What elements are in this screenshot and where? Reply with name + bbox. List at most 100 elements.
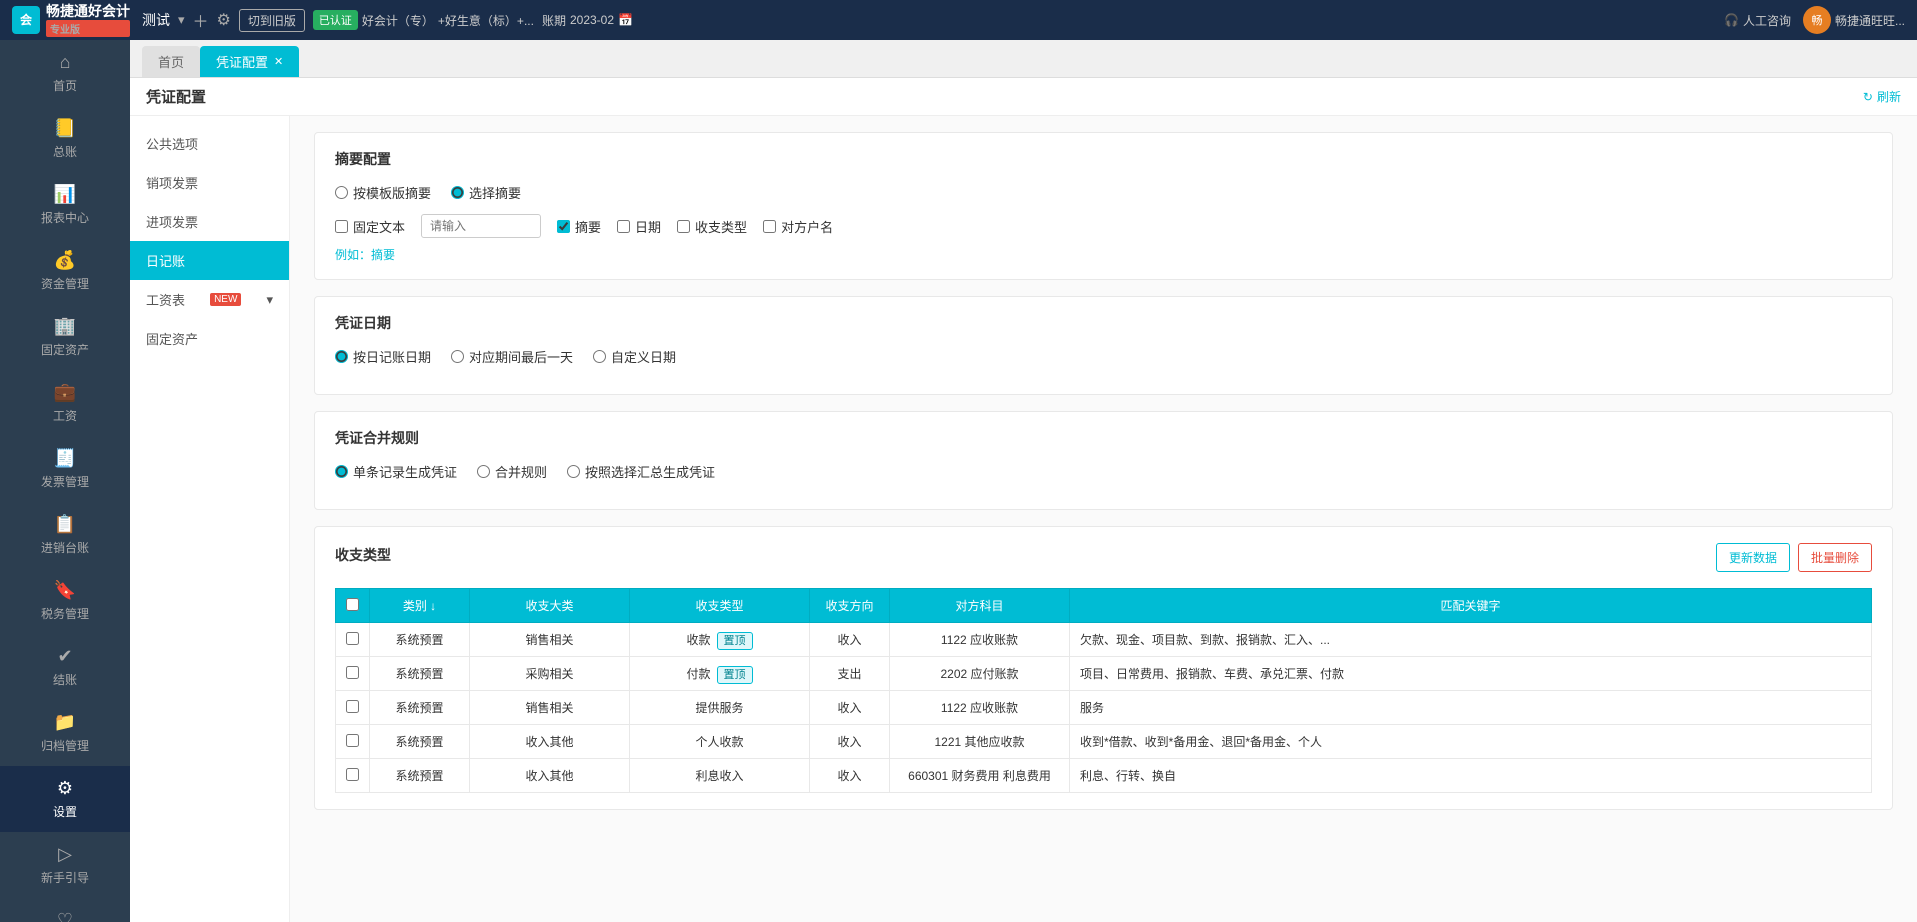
sidebar-item-settlement[interactable]: ✔ 结账 — [0, 634, 130, 700]
checkbox-counterpart[interactable]: 对方户名 — [763, 217, 833, 236]
type-tag[interactable]: 置顶 — [717, 666, 753, 684]
cell-keyword: 收到*借款、收到*备用金、退回*备用金、个人 — [1070, 725, 1872, 759]
radio-by-selection-input[interactable] — [567, 465, 580, 478]
sidebar-item-report[interactable]: 📊 报表中心 — [0, 172, 130, 238]
add-icon[interactable]: ＋ — [193, 8, 209, 32]
radio-select-input[interactable] — [451, 186, 464, 199]
sidebar-item-salary[interactable]: 💼 工资 — [0, 370, 130, 436]
sidebar-item-ledger[interactable]: 📒 总账 — [0, 106, 130, 172]
summary-checkbox-row: 固定文本 摘要 日期 收支类型 — [335, 214, 1872, 238]
batch-delete-button[interactable]: 批量删除 — [1798, 543, 1872, 572]
refresh-button[interactable]: ↻ 刷新 — [1863, 88, 1901, 105]
sidebar-label-home: 首页 — [53, 77, 77, 94]
tab-home[interactable]: 首页 — [142, 46, 200, 77]
main-layout: ⌂ 首页 📒 总账 📊 报表中心 💰 资金管理 🏢 固定资产 💼 工资 🧾 发票… — [0, 40, 1917, 922]
table-row: 系统预置采购相关付款置顶支出2202 应付账款项目、日常费用、报销款、车费、承兑… — [336, 657, 1872, 691]
voucher-date-radio-group: 按日记账日期 对应期间最后一天 自定义日期 — [335, 347, 1872, 366]
income-expense-table: 类别 ↓ 收支大类 收支类型 收支方向 对方科目 匹配关键字 系统预置销售相关收… — [335, 588, 1872, 793]
radio-merge[interactable]: 合并规则 — [477, 462, 547, 481]
left-nav-fixed-assets[interactable]: 固定资产 — [130, 319, 289, 358]
good-biz-badge: +好生意（标）+... — [438, 12, 534, 29]
tab-close-icon[interactable]: ✕ — [274, 55, 283, 68]
switch-version-button[interactable]: 切到旧版 — [239, 9, 305, 32]
sidebar-item-tax[interactable]: 🔖 税务管理 — [0, 568, 130, 634]
new-badge: NEW — [210, 293, 241, 306]
row-checkbox-2[interactable] — [346, 700, 359, 713]
good-acc-badge: 好会计（专） — [362, 12, 434, 29]
cell-type: 个人收款 — [630, 725, 810, 759]
fixed-text-checkbox[interactable] — [335, 220, 348, 233]
cell-type: 收款置顶 — [630, 623, 810, 657]
cell-category: 系统预置 — [370, 657, 470, 691]
settings-icon[interactable]: ⚙ — [217, 10, 231, 30]
sidebar-item-home[interactable]: ⌂ 首页 — [0, 40, 130, 106]
calendar-icon[interactable]: 📅 — [618, 13, 633, 27]
left-nav-sales-invoice[interactable]: 销项发票 — [130, 163, 289, 202]
radio-template[interactable]: 按模板版摘要 — [335, 183, 431, 202]
sidebar-item-funds[interactable]: 💰 资金管理 — [0, 238, 130, 304]
radio-custom-date-input[interactable] — [593, 350, 606, 363]
radio-merge-input[interactable] — [477, 465, 490, 478]
left-nav-payroll[interactable]: 工资表 NEW ▾ — [130, 280, 289, 319]
voucher-date-title: 凭证日期 — [335, 313, 1872, 333]
content-area: 首页 凭证配置 ✕ 凭证配置 ↻ 刷新 公共选项 销项发票 — [130, 40, 1917, 922]
th-checkbox[interactable] — [336, 589, 370, 623]
row-checkbox-1[interactable] — [346, 666, 359, 679]
cell-major: 采购相关 — [470, 657, 630, 691]
fixed-text-input[interactable] — [421, 214, 541, 238]
table-header-row: 类别 ↓ 收支大类 收支类型 收支方向 对方科目 匹配关键字 — [336, 589, 1872, 623]
sidebar-item-archive[interactable]: 📁 归档管理 — [0, 700, 130, 766]
left-nav-journal[interactable]: 日记账 — [130, 241, 289, 280]
type-checkbox[interactable] — [677, 220, 690, 233]
update-data-button[interactable]: 更新数据 — [1716, 543, 1790, 572]
radio-journal-date[interactable]: 按日记账日期 — [335, 347, 431, 366]
page-header: 凭证配置 ↻ 刷新 — [130, 78, 1917, 116]
checkbox-summary[interactable]: 摘要 — [557, 217, 601, 236]
checkbox-type[interactable]: 收支类型 — [677, 217, 747, 236]
cell-keyword: 欠款、现金、项目款、到款、报销款、汇入、... — [1070, 623, 1872, 657]
select-all-checkbox[interactable] — [346, 598, 359, 611]
sidebar-item-settings[interactable]: ⚙ 设置 — [0, 766, 130, 832]
radio-period-last[interactable]: 对应期间最后一天 — [451, 347, 573, 366]
cell-account: 1122 应收账款 — [890, 691, 1070, 725]
th-account: 对方科目 — [890, 589, 1070, 623]
inner-layout: 公共选项 销项发票 进项发票 日记账 工资表 NEW ▾ 固定资产 — [130, 116, 1917, 922]
row-checkbox-0[interactable] — [346, 632, 359, 645]
user-profile-btn[interactable]: 畅 畅捷通旺旺... — [1803, 6, 1905, 34]
radio-journal-date-input[interactable] — [335, 350, 348, 363]
left-nav-public[interactable]: 公共选项 — [130, 124, 289, 163]
row-checkbox-4[interactable] — [346, 768, 359, 781]
type-tag[interactable]: 置顶 — [717, 632, 753, 650]
row-checkbox-3[interactable] — [346, 734, 359, 747]
customer-service-btn[interactable]: 🎧 人工咨询 — [1724, 12, 1791, 29]
cell-direction: 收入 — [810, 691, 890, 725]
sidebar-label-guide: 新手引导 — [41, 869, 89, 886]
company-arrow-icon[interactable]: ▾ — [178, 12, 185, 28]
checkbox-fixed-text[interactable]: 固定文本 — [335, 217, 405, 236]
table-row: 系统预置销售相关提供服务收入1122 应收账款服务 — [336, 691, 1872, 725]
sidebar-item-assets[interactable]: 🏢 固定资产 — [0, 304, 130, 370]
th-type: 收支类型 — [630, 589, 810, 623]
radio-template-input[interactable] — [335, 186, 348, 199]
funds-icon: 💰 — [54, 250, 76, 271]
radio-period-last-input[interactable] — [451, 350, 464, 363]
cell-category: 系统预置 — [370, 691, 470, 725]
date-checkbox[interactable] — [617, 220, 630, 233]
radio-single-input[interactable] — [335, 465, 348, 478]
sidebar-item-purchase[interactable]: 📋 进销台账 — [0, 502, 130, 568]
radio-custom-date[interactable]: 自定义日期 — [593, 347, 676, 366]
period-label: 账期 — [542, 12, 566, 29]
sidebar-item-member[interactable]: ♡ 畅会员 — [0, 898, 130, 922]
sidebar-item-invoice[interactable]: 🧾 发票管理 — [0, 436, 130, 502]
sidebar-item-guide[interactable]: ▷ 新手引导 — [0, 832, 130, 898]
summary-checkbox[interactable] — [557, 220, 570, 233]
th-category[interactable]: 类别 ↓ — [370, 589, 470, 623]
radio-select[interactable]: 选择摘要 — [451, 183, 521, 202]
topbar-center: 测试 ▾ ＋ ⚙ 切到旧版 已认证 好会计（专） +好生意（标）+... 账期 … — [142, 8, 1714, 32]
tab-voucher-config[interactable]: 凭证配置 ✕ — [200, 46, 299, 77]
left-nav-purchase-invoice[interactable]: 进项发票 — [130, 202, 289, 241]
checkbox-date[interactable]: 日期 — [617, 217, 661, 236]
counterpart-checkbox[interactable] — [763, 220, 776, 233]
radio-single[interactable]: 单条记录生成凭证 — [335, 462, 457, 481]
radio-by-selection[interactable]: 按照选择汇总生成凭证 — [567, 462, 715, 481]
